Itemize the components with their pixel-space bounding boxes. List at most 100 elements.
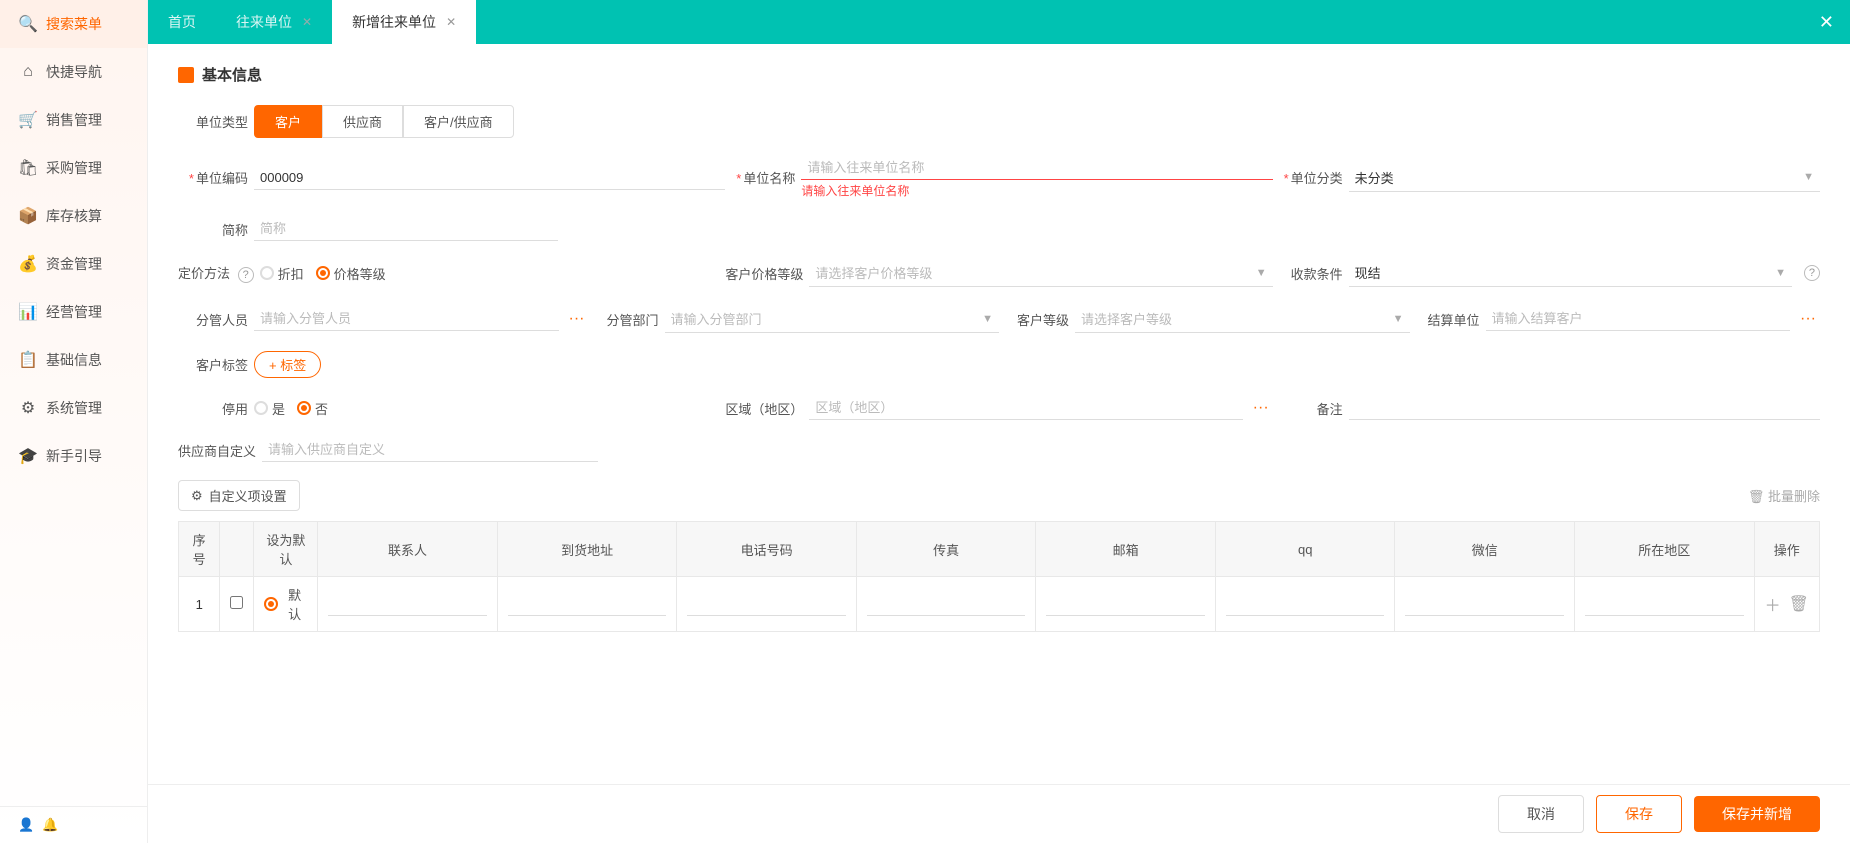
supplier-custom-input[interactable]	[262, 438, 598, 462]
col-seq: 序号	[179, 522, 220, 577]
phone-input[interactable]	[687, 592, 846, 616]
col-fax: 传真	[856, 522, 1036, 577]
sidebar-item-search[interactable]: 🔍 搜索菜单	[0, 0, 147, 48]
default-radio[interactable]	[264, 597, 278, 611]
save-button[interactable]: 保存	[1596, 795, 1682, 833]
region-input[interactable]	[809, 396, 1242, 420]
col-email: 邮箱	[1036, 522, 1216, 577]
customer-level-select[interactable]: 请选择客户等级 ▼	[1075, 305, 1410, 333]
row-region-input[interactable]	[1585, 592, 1744, 616]
pricing-discount[interactable]: 折扣	[260, 264, 304, 283]
note-input[interactable]	[1349, 396, 1820, 420]
cell-phone[interactable]	[677, 577, 857, 632]
section-icon	[178, 67, 194, 83]
payment-help-icon[interactable]: ?	[1804, 265, 1820, 281]
shortname-field: 简称	[178, 217, 558, 241]
sidebar-item-guide[interactable]: 🎓 新手引导	[0, 432, 147, 480]
delete-row-button[interactable]: 🗑	[1789, 594, 1809, 614]
pricing-field: 定价方法 ? 折扣 价格等级	[178, 263, 725, 283]
contact-input[interactable]	[328, 592, 487, 616]
custom-settings-bar: ⚙ 自定义项设置 🗑 批量删除	[178, 480, 1820, 511]
col-qq: qq	[1215, 522, 1395, 577]
cell-region[interactable]	[1575, 577, 1755, 632]
custom-settings-button[interactable]: ⚙ 自定义项设置	[178, 480, 300, 511]
tab-partners[interactable]: 往来单位 ✕	[216, 0, 332, 44]
category-select[interactable]: 未分类 ▼	[1349, 164, 1820, 192]
tab-new-partner[interactable]: 新增往来单位 ✕	[332, 0, 476, 44]
cell-qq[interactable]	[1215, 577, 1395, 632]
cancel-button[interactable]: 取消	[1498, 795, 1584, 833]
settlement-input[interactable]	[1486, 307, 1791, 331]
unit-type-supplier[interactable]: 供应商	[322, 105, 403, 138]
manager-more-icon[interactable]: ···	[565, 310, 589, 328]
cell-contact[interactable]	[318, 577, 498, 632]
disable-yes[interactable]: 是	[254, 399, 285, 418]
user-avatar-icon: 👤	[18, 817, 34, 833]
shortname-input[interactable]	[254, 217, 558, 241]
pricing-help-icon[interactable]: ?	[238, 267, 254, 283]
cell-checkbox[interactable]	[220, 577, 254, 632]
dept-select[interactable]: 请输入分管部门 ▼	[665, 305, 1000, 333]
tab-new-partner-close[interactable]: ✕	[446, 15, 456, 29]
customer-price-select[interactable]: 请选择客户价格等级 ▼	[809, 259, 1272, 287]
address-input[interactable]	[508, 592, 667, 616]
sidebar-item-purchase[interactable]: 🛍 采购管理	[0, 144, 147, 192]
sidebar-item-inventory[interactable]: 📦 库存核算	[0, 192, 147, 240]
add-tag-button[interactable]: + 标签	[254, 351, 321, 378]
qq-input[interactable]	[1226, 592, 1385, 616]
row-checkbox[interactable]	[230, 596, 243, 609]
window-close-button[interactable]: ✕	[1803, 0, 1850, 44]
cell-email[interactable]	[1036, 577, 1216, 632]
code-input[interactable]	[254, 166, 725, 190]
manager-row: 分管人员 ··· 分管部门 请输入分管部门 ▼ 客户等级 请选择客户等级 ▼ 结…	[178, 305, 1820, 333]
dept-field: 分管部门 请输入分管部门 ▼	[589, 305, 1000, 333]
disable-no[interactable]: 否	[297, 399, 328, 418]
fax-input[interactable]	[867, 592, 1026, 616]
cell-address[interactable]	[497, 577, 677, 632]
unit-type-both[interactable]: 客户/供应商	[403, 105, 514, 138]
unit-type-group: 客户 供应商 客户/供应商	[254, 105, 514, 138]
customer-level-chevron-icon: ▼	[1393, 313, 1404, 325]
disable-no-radio[interactable]	[297, 401, 311, 415]
unit-type-row: 单位类型 客户 供应商 客户/供应商	[178, 105, 1820, 138]
customer-price-chevron-icon: ▼	[1256, 267, 1267, 279]
sidebar-item-system[interactable]: ⚙ 系统管理	[0, 384, 147, 432]
tab-partners-close[interactable]: ✕	[302, 15, 312, 29]
col-actions: 操作	[1754, 522, 1819, 577]
name-field-wrapper: 请输入往来单位名称	[801, 156, 1272, 199]
disable-yes-radio[interactable]	[254, 401, 268, 415]
save-and-new-button[interactable]: 保存并新增	[1694, 796, 1820, 832]
sidebar: 🔍 搜索菜单 ⌂ 快捷导航 🛒 销售管理 🛍 采购管理 📦 库存核算 💰 资金管…	[0, 0, 148, 843]
sidebar-item-basic[interactable]: 📋 基础信息	[0, 336, 147, 384]
payment-select[interactable]: 现结 ▼	[1349, 259, 1792, 287]
cell-wechat[interactable]	[1395, 577, 1575, 632]
manager-input[interactable]	[254, 307, 559, 331]
sidebar-item-quicknav[interactable]: ⌂ 快捷导航	[0, 48, 147, 96]
tab-home[interactable]: 首页	[148, 0, 216, 44]
pricing-radio-group: 折扣 价格等级	[260, 264, 386, 283]
unit-type-customer[interactable]: 客户	[254, 105, 322, 138]
wechat-input[interactable]	[1405, 592, 1564, 616]
price-level-radio[interactable]	[316, 266, 330, 280]
pricing-level[interactable]: 价格等级	[316, 264, 386, 283]
name-input[interactable]	[801, 156, 1272, 180]
default-radio-item[interactable]: 默认	[264, 585, 307, 623]
sidebar-item-sales[interactable]: 🛒 销售管理	[0, 96, 147, 144]
sidebar-item-operations[interactable]: 📊 经营管理	[0, 288, 147, 336]
settlement-more-icon[interactable]: ···	[1796, 310, 1820, 328]
inventory-icon: 📦	[18, 206, 38, 226]
form-content: 基本信息 单位类型 客户 供应商 客户/供应商 *单位编码 *单位名称	[148, 44, 1850, 843]
cell-fax[interactable]	[856, 577, 1036, 632]
customer-price-field: 客户价格等级 请选择客户价格等级 ▼	[725, 259, 1272, 287]
region-more-icon[interactable]: ···	[1249, 399, 1273, 417]
tag-row: 客户标签 + 标签	[178, 351, 1820, 378]
region-field: 区域（地区） ···	[725, 396, 1272, 420]
manager-field: 分管人员 ···	[178, 307, 589, 331]
batch-delete-button[interactable]: 🗑 批量删除	[1748, 486, 1820, 505]
supplier-custom-field: 供应商自定义	[178, 438, 598, 462]
purchase-icon: 🛍	[18, 158, 38, 178]
discount-radio[interactable]	[260, 266, 274, 280]
sidebar-item-finance[interactable]: 💰 资金管理	[0, 240, 147, 288]
add-row-button[interactable]: ＋	[1765, 592, 1781, 616]
email-input[interactable]	[1046, 592, 1205, 616]
